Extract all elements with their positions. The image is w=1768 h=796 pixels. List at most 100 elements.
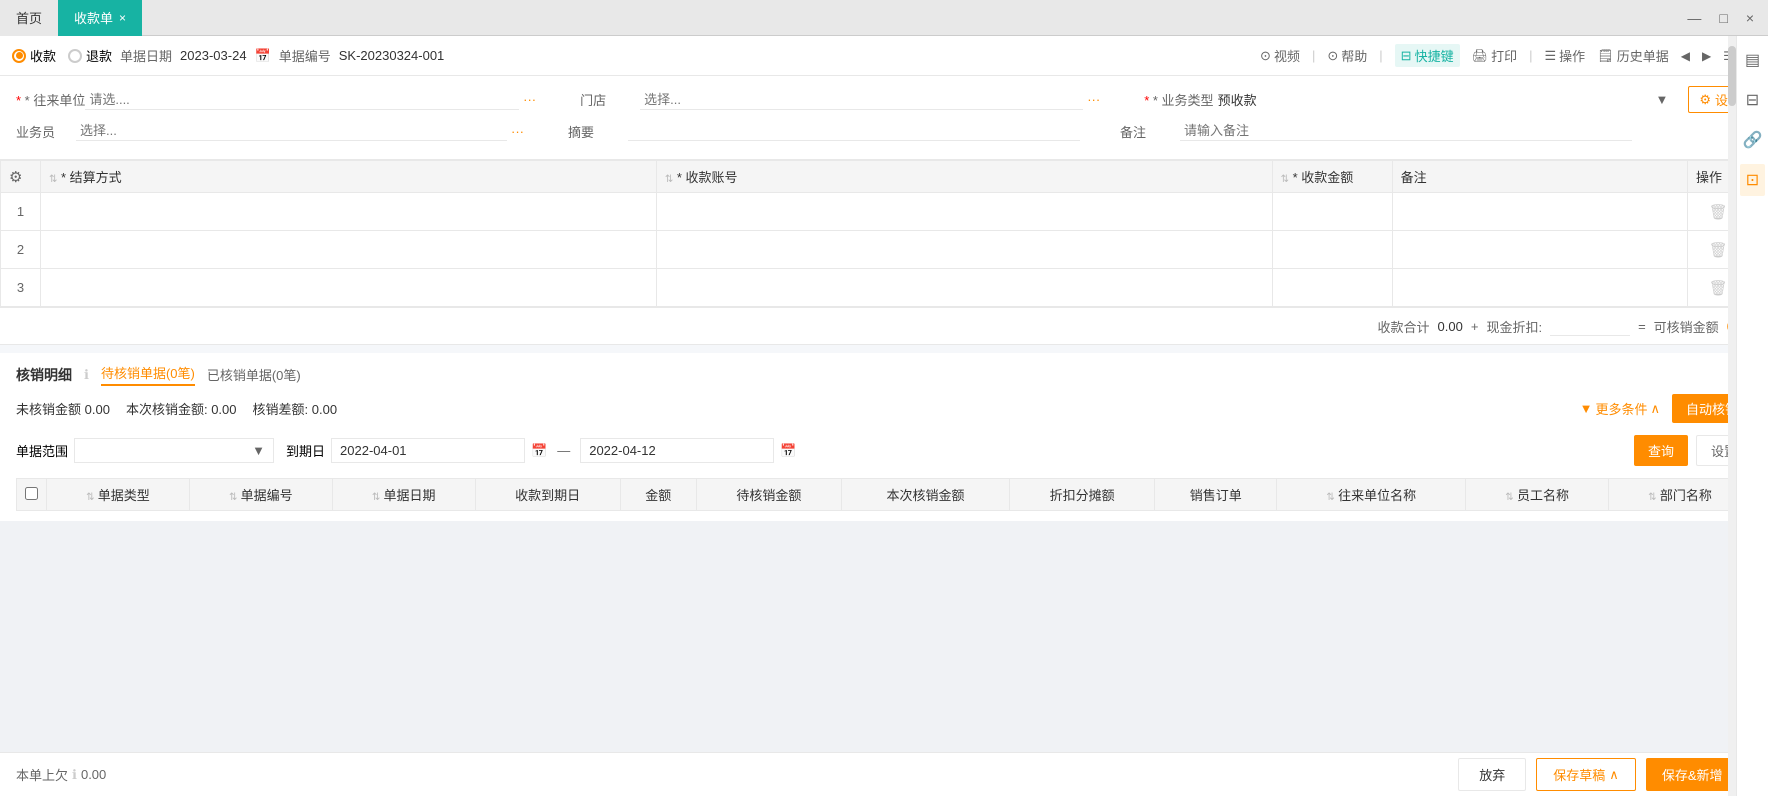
radio-receipt[interactable]: 收款	[12, 46, 56, 65]
history-btn[interactable]: 🗒 历史单据	[1597, 46, 1669, 65]
operations-btn[interactable]: ☰ 操作	[1545, 46, 1586, 65]
minimize-button[interactable]: —	[1681, 8, 1707, 28]
settlement-cell-1[interactable]	[41, 193, 657, 231]
col-account-header: ⇅ * 收款账号	[656, 161, 1272, 193]
col-type-header: ⇅ 单据类型	[47, 479, 190, 511]
col-counterpart-header: ⇅ 往来单位名称	[1277, 479, 1466, 511]
draft-button[interactable]: 保存草稿 ∧	[1536, 758, 1636, 791]
table-settings-icon[interactable]: ⚙	[9, 169, 22, 186]
prev-icon[interactable]: ◀	[1681, 49, 1690, 63]
sidebar-table-icon[interactable]: ▤	[1745, 44, 1760, 76]
calendar-icon[interactable]: 📅	[255, 48, 271, 64]
col-remarks-header: 备注	[1392, 161, 1687, 193]
row-num-3: 3	[1, 269, 41, 307]
print-btn[interactable]: 🖨 打印	[1472, 46, 1518, 65]
business-type-value: 预收款	[1214, 88, 1656, 111]
due-date-end-input[interactable]	[580, 438, 774, 463]
settlement-cell-2[interactable]	[41, 231, 657, 269]
main-content: ⚙ ⇅ * 结算方式 ⇅ * 收款账号 ⇅ * 收款金额 备注 操作	[0, 160, 1768, 307]
gear-icon: ⚙	[1699, 92, 1711, 108]
more-conditions-btn[interactable]: ▼ 更多条件 ∧	[1580, 399, 1660, 418]
calendar-end-icon[interactable]: 📅	[780, 443, 796, 459]
tab-home[interactable]: 首页	[0, 0, 58, 36]
row-delete-btn-2[interactable]: 🗑	[1709, 241, 1728, 259]
counterpart-more-icon[interactable]: ···	[519, 92, 540, 107]
hx-header: 核销明细 ℹ 待核销单据(0笔) 已核销单据(0笔)	[16, 363, 1752, 386]
table-row: 2 🗑 ⊕	[1, 231, 1768, 269]
col-current-header: 本次核销金额	[841, 479, 1009, 511]
draft-arrow-icon: ∧	[1609, 767, 1619, 783]
staff-input[interactable]	[76, 121, 507, 141]
counterpart-input[interactable]	[85, 90, 519, 110]
col-settings-header[interactable]: ⚙	[1, 161, 41, 193]
col-checkbox-header[interactable]	[17, 479, 47, 511]
counterpart-field: * 往来单位 ···	[16, 90, 540, 110]
remarks-cell-3[interactable]	[1392, 269, 1687, 307]
business-type-arrow[interactable]: ▼	[1655, 92, 1668, 107]
sidebar-link-icon[interactable]: 🔗	[1743, 124, 1763, 156]
tab-receipt[interactable]: 收款单 ×	[58, 0, 142, 36]
plus-sign: +	[1471, 319, 1479, 334]
shop-input[interactable]	[640, 90, 1083, 110]
query-button[interactable]: 查询	[1634, 435, 1688, 466]
calendar-start-icon[interactable]: 📅	[531, 443, 547, 459]
amount-cell-3[interactable]	[1272, 269, 1392, 307]
radio-refund-dot	[68, 49, 82, 63]
abandon-button[interactable]: 放弃	[1458, 758, 1526, 791]
account-cell-3[interactable]	[656, 269, 1272, 307]
account-cell-2[interactable]	[656, 231, 1272, 269]
col-discount-header: 折扣分摊额	[1010, 479, 1155, 511]
staff-more-icon[interactable]: ···	[507, 124, 528, 139]
hx-filter-row: 单据范围 ▼ 到期日 📅 — 📅 查询 设置	[16, 431, 1752, 470]
video-btn[interactable]: ⊙ 视频	[1260, 46, 1300, 65]
remarks-cell-1[interactable]	[1392, 193, 1687, 231]
next-icon[interactable]: ▶	[1702, 49, 1711, 63]
tab-close-icon[interactable]: ×	[119, 11, 126, 25]
tab-bar-actions: — □ ×	[1681, 8, 1768, 28]
col-sales-order-header: 销售订单	[1155, 479, 1277, 511]
table-row: 3 🗑 ⊕	[1, 269, 1768, 307]
select-all-checkbox[interactable]	[25, 487, 38, 500]
help-btn[interactable]: ⊙ 帮助	[1327, 46, 1367, 65]
shop-more-icon[interactable]: ···	[1083, 92, 1104, 107]
due-date-field: 到期日 📅 — 📅	[286, 438, 796, 463]
radio-receipt-label: 收款	[30, 46, 56, 65]
remarks-input[interactable]	[1180, 121, 1632, 141]
number-label: 单据编号	[279, 46, 331, 65]
receipt-table: ⚙ ⇅ * 结算方式 ⇅ * 收款账号 ⇅ * 收款金额 备注 操作	[0, 160, 1768, 307]
header-toolbar: 收款 退款 单据日期 2023-03-24 📅 单据编号 SK-20230324…	[0, 36, 1768, 76]
due-date-start-input[interactable]	[331, 438, 525, 463]
sidebar-expand-icon[interactable]: ⊡	[1740, 164, 1765, 196]
shortcut-btn[interactable]: ⊟ 快捷键	[1395, 44, 1460, 67]
date-range-sep: —	[557, 443, 570, 458]
remarks-cell-2[interactable]	[1392, 231, 1687, 269]
col-due-header: 收款到期日	[475, 479, 620, 511]
range-select[interactable]: ▼	[74, 438, 274, 463]
hx-section: 核销明细 ℹ 待核销单据(0笔) 已核销单据(0笔) 未核销金额 0.00 本次…	[0, 353, 1768, 521]
row-delete-btn-1[interactable]: 🗑	[1709, 203, 1728, 221]
summary-bar: 收款合计 0.00 + 现金折扣: = 可核销金额 0.00	[0, 307, 1768, 345]
operations-icon: ☰	[1545, 48, 1557, 64]
clearable-label: 可核销金额	[1654, 317, 1719, 336]
hx-stats: 未核销金额 0.00 本次核销金额: 0.00 核销差额: 0.00 ▼ 更多条…	[16, 394, 1752, 423]
radio-refund[interactable]: 退款	[68, 46, 112, 65]
summary-input[interactable]	[628, 121, 1080, 141]
amount-cell-2[interactable]	[1272, 231, 1392, 269]
hx-tab-pending[interactable]: 待核销单据(0笔)	[101, 363, 195, 386]
remarks-label: 备注	[1120, 122, 1180, 141]
scrollbar-thumb[interactable]	[1728, 46, 1736, 106]
account-cell-1[interactable]	[656, 193, 1272, 231]
discount-input[interactable]	[1550, 316, 1630, 336]
row-delete-btn-3[interactable]: 🗑	[1709, 279, 1728, 297]
amount-cell-1[interactable]	[1272, 193, 1392, 231]
summary-field: 摘要	[568, 121, 1080, 141]
bottom-table: ⇅ 单据类型 ⇅ 单据编号 ⇅ 单据日期 收款到期日 金额	[16, 478, 1752, 511]
sidebar-list-icon[interactable]: ⊟	[1746, 84, 1759, 116]
hx-title: 核销明细	[16, 365, 72, 385]
total-value: 0.00	[1438, 319, 1463, 334]
hx-tab-done[interactable]: 已核销单据(0笔)	[207, 365, 301, 384]
maximize-button[interactable]: □	[1713, 8, 1733, 28]
settlement-cell-3[interactable]	[41, 269, 657, 307]
close-button[interactable]: ×	[1740, 8, 1760, 28]
row-num-1: 1	[1, 193, 41, 231]
